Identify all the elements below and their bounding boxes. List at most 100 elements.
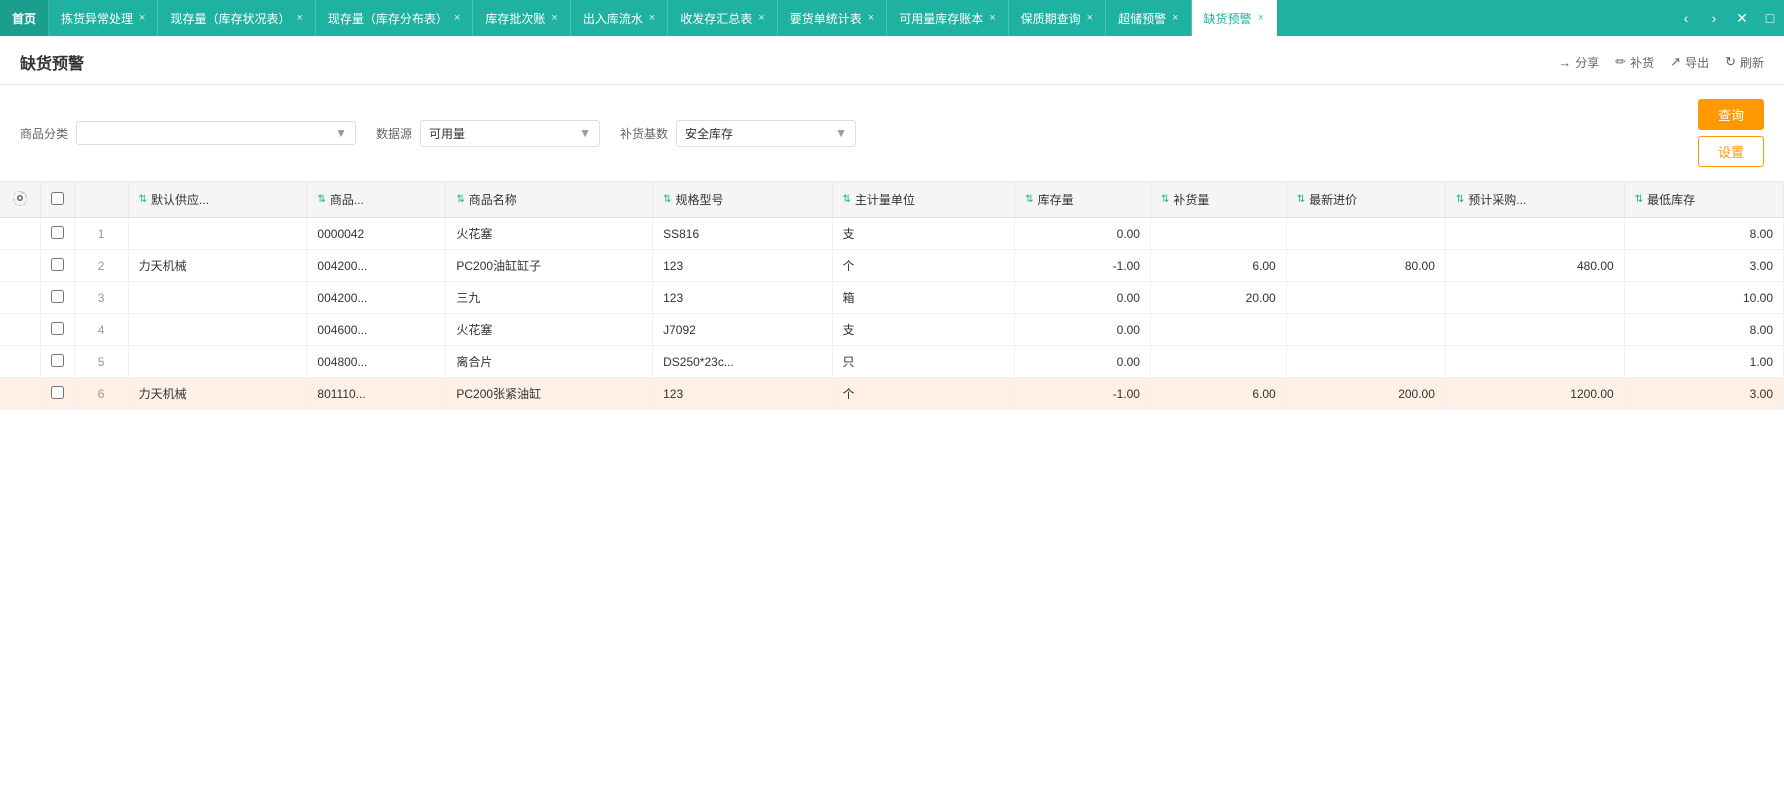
th-checkbox — [40, 182, 74, 218]
tab-home[interactable]: 首页 — [0, 0, 49, 36]
sort-icon: ⇅ — [1161, 194, 1169, 205]
replenish-base-select[interactable]: 安全库存 ▼ — [676, 120, 856, 147]
tab-batch-account[interactable]: 库存批次账 × — [473, 0, 570, 36]
row-checkbox[interactable] — [51, 258, 64, 271]
close-icon[interactable]: × — [1172, 12, 1178, 24]
th-min-inventory: ⇅ 最低库存 — [1624, 182, 1783, 218]
close-icon[interactable]: × — [1258, 12, 1264, 24]
row-min-inventory: 8.00 — [1624, 314, 1783, 346]
export-icon: ↗ — [1670, 54, 1681, 70]
refresh-icon: ↻ — [1725, 54, 1736, 70]
row-replenish-qty: 6.00 — [1150, 250, 1286, 282]
close-icon[interactable]: × — [758, 12, 764, 24]
tab-overstock-warn[interactable]: 超储预警 × — [1106, 0, 1191, 36]
close-icon[interactable]: × — [139, 12, 145, 24]
row-gear-cell — [0, 378, 40, 410]
query-button[interactable]: 查询 — [1698, 99, 1764, 130]
row-spec-model: 123 — [653, 378, 832, 410]
share-button[interactable]: → 分享 — [1558, 54, 1599, 71]
row-min-inventory: 3.00 — [1624, 378, 1783, 410]
row-unit: 箱 — [832, 282, 1015, 314]
sort-icon: ⇅ — [1635, 194, 1643, 205]
th-estimated-purchase: ⇅ 预计采购... — [1445, 182, 1624, 218]
row-unit: 支 — [832, 314, 1015, 346]
close-icon[interactable]: × — [1087, 12, 1093, 24]
tab-inout-flow[interactable]: 出入库流水 × — [571, 0, 668, 36]
tab-expiry-query[interactable]: 保质期查询 × — [1009, 0, 1106, 36]
datasource-filter-group: 数据源 可用量 ▼ — [376, 120, 600, 147]
row-gear-cell — [0, 250, 40, 282]
share-icon: → — [1558, 55, 1571, 70]
row-checkbox[interactable] — [51, 386, 64, 399]
table-row: 2 力天机械 004200... PC200油缸缸子 123 个 -1.00 6… — [0, 250, 1784, 282]
datasource-value: 可用量 — [429, 125, 465, 142]
tab-inventory-status[interactable]: 现存量（库存状况表） × — [158, 0, 315, 36]
sort-icon: ⇅ — [843, 194, 851, 205]
row-latest-price: 80.00 — [1286, 250, 1445, 282]
row-spec-model: SS816 — [653, 218, 832, 250]
row-checkbox[interactable] — [51, 226, 64, 239]
close-icon[interactable]: × — [551, 12, 557, 24]
tab-inventory-dist[interactable]: 现存量（库存分布表） × — [316, 0, 473, 36]
row-checkbox[interactable] — [51, 322, 64, 335]
row-unit: 支 — [832, 218, 1015, 250]
export-button[interactable]: ↗ 导出 — [1670, 54, 1709, 71]
row-latest-price: 200.00 — [1286, 378, 1445, 410]
gear-icon[interactable] — [12, 190, 28, 206]
tab-shortage-warn[interactable]: 缺货预警 × — [1192, 0, 1277, 36]
row-spec-model: DS250*23c... — [653, 346, 832, 378]
filter-actions: 查询 设置 — [1698, 99, 1764, 167]
row-default-supplier — [128, 218, 307, 250]
tab-next-btn[interactable]: › — [1700, 0, 1728, 36]
refresh-button[interactable]: ↻ 刷新 — [1725, 54, 1764, 71]
table-row: 5 004800... 离合片 DS250*23c... 只 0.00 1.00 — [0, 346, 1784, 378]
page-title: 缺货预警 — [20, 50, 1558, 74]
row-unit: 个 — [832, 378, 1015, 410]
row-product-code: 004600... — [307, 314, 446, 346]
row-replenish-qty — [1150, 314, 1286, 346]
close-icon[interactable]: × — [649, 12, 655, 24]
row-inventory: 0.00 — [1015, 314, 1151, 346]
tab-order-stats[interactable]: 要货单统计表 × — [778, 0, 887, 36]
row-checkbox[interactable] — [51, 290, 64, 303]
row-default-supplier — [128, 314, 307, 346]
row-product-name: 火花塞 — [446, 218, 653, 250]
datasource-select[interactable]: 可用量 ▼ — [420, 120, 600, 147]
row-unit: 个 — [832, 250, 1015, 282]
tab-maximize-btn[interactable]: □ — [1756, 0, 1784, 36]
tab-defect-proc[interactable]: 拣货异常处理 × — [49, 0, 158, 36]
close-icon[interactable]: × — [868, 12, 874, 24]
chevron-down-icon: ▼ — [335, 126, 347, 140]
table-container: ⇅ 默认供应... ⇅ 商品... ⇅ 商品名称 — [0, 182, 1784, 410]
category-select[interactable]: ▼ — [76, 121, 356, 145]
row-checkbox[interactable] — [51, 354, 64, 367]
close-icon[interactable]: × — [296, 12, 302, 24]
table-row: 1 0000042 火花塞 SS816 支 0.00 8.00 — [0, 218, 1784, 250]
row-gear-cell — [0, 314, 40, 346]
replenish-base-label: 补货基数 — [620, 125, 668, 142]
tab-prev-btn[interactable]: ‹ — [1672, 0, 1700, 36]
close-icon[interactable]: × — [989, 12, 995, 24]
th-latest-price: ⇅ 最新进价 — [1286, 182, 1445, 218]
sort-icon: ⇅ — [1297, 194, 1305, 205]
row-product-name: 三九 — [446, 282, 653, 314]
table-header-row: ⇅ 默认供应... ⇅ 商品... ⇅ 商品名称 — [0, 182, 1784, 218]
row-spec-model: J7092 — [653, 314, 832, 346]
tab-recv-summary[interactable]: 收发存汇总表 × — [668, 0, 777, 36]
row-gear-cell — [0, 282, 40, 314]
close-icon[interactable]: × — [454, 12, 460, 24]
row-replenish-qty: 20.00 — [1150, 282, 1286, 314]
th-spec-model: ⇅ 规格型号 — [653, 182, 832, 218]
tab-close-btn[interactable]: ✕ — [1728, 0, 1756, 36]
replenish-button[interactable]: ✏ 补货 — [1615, 54, 1654, 71]
sort-icon: ⇅ — [139, 194, 147, 205]
header-actions: → 分享 ✏ 补货 ↗ 导出 ↻ 刷新 — [1558, 54, 1764, 71]
row-checkbox-cell — [40, 250, 74, 282]
settings-button[interactable]: 设置 — [1698, 136, 1764, 167]
th-product-name: ⇅ 商品名称 — [446, 182, 653, 218]
replenish-base-filter-group: 补货基数 安全库存 ▼ — [620, 120, 856, 147]
replenish-base-value: 安全库存 — [685, 125, 733, 142]
tab-available-ledger[interactable]: 可用量库存账本 × — [887, 0, 1008, 36]
row-gear-cell — [0, 218, 40, 250]
select-all-checkbox[interactable] — [51, 192, 64, 205]
